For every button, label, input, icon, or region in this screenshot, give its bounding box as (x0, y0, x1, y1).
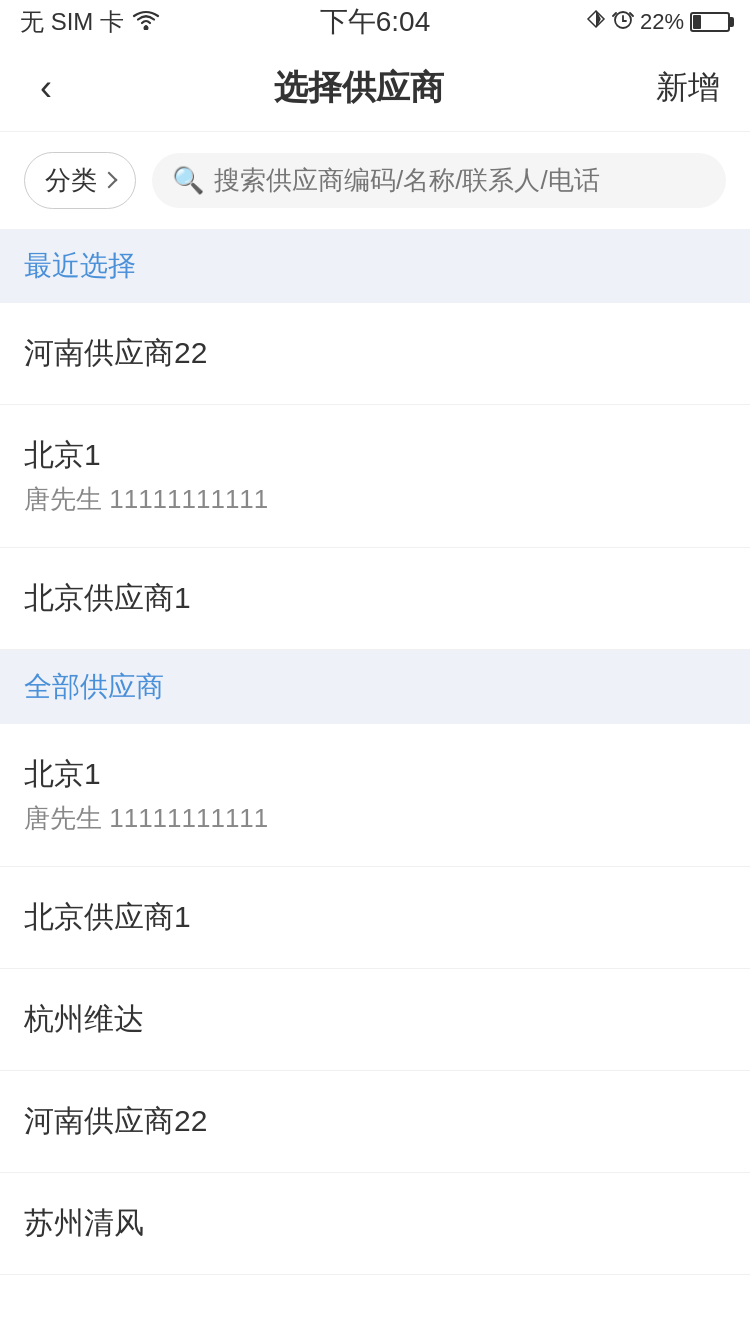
list-item[interactable]: 苏州清风 (0, 1173, 750, 1275)
item-name: 北京1 (24, 435, 726, 476)
recent-list: 河南供应商22 北京1 唐先生 11111111111 北京供应商1 (0, 303, 750, 650)
list-item[interactable]: 河南供应商22 (0, 303, 750, 405)
carrier-label: 无 SIM 卡 (20, 6, 124, 38)
item-name: 河南供应商22 (24, 333, 726, 374)
list-item[interactable]: 北京供应商1 (0, 867, 750, 969)
alarm-icon (612, 8, 634, 36)
search-input[interactable] (214, 165, 706, 196)
location-icon (586, 9, 606, 35)
item-sub: 唐先生 11111111111 (24, 801, 726, 836)
page-title: 选择供应商 (274, 65, 444, 111)
list-item[interactable]: 北京供应商1 (0, 548, 750, 650)
item-name: 北京供应商1 (24, 578, 726, 619)
item-name: 北京供应商1 (24, 897, 726, 938)
list-item[interactable]: 河南供应商22 (0, 1071, 750, 1173)
nav-bar: ‹ 选择供应商 新增 (0, 44, 750, 132)
item-sub: 唐先生 11111111111 (24, 482, 726, 517)
all-list: 北京1 唐先生 11111111111 北京供应商1 杭州维达 河南供应商22 … (0, 724, 750, 1275)
back-button[interactable]: ‹ (30, 57, 62, 119)
item-name: 河南供应商22 (24, 1101, 726, 1142)
search-bar[interactable]: 🔍 (152, 153, 726, 208)
item-name: 苏州清风 (24, 1203, 726, 1244)
svg-point-0 (144, 26, 149, 31)
add-button[interactable]: 新增 (656, 66, 720, 110)
list-item[interactable]: 杭州维达 (0, 969, 750, 1071)
all-section-label: 全部供应商 (24, 671, 164, 702)
battery-icon (690, 12, 730, 32)
status-time: 下午6:04 (320, 3, 431, 41)
search-icon: 🔍 (172, 165, 204, 196)
recent-section-label: 最近选择 (24, 250, 136, 281)
chevron-right-icon (101, 171, 118, 188)
status-left: 无 SIM 卡 (20, 6, 160, 38)
item-name: 北京1 (24, 754, 726, 795)
battery-percent: 22% (640, 9, 684, 35)
wifi-icon (132, 8, 160, 36)
recent-section-header: 最近选择 (0, 229, 750, 303)
category-button[interactable]: 分类 (24, 152, 136, 209)
list-item[interactable]: 北京1 唐先生 11111111111 (0, 405, 750, 548)
list-item[interactable]: 北京1 唐先生 11111111111 (0, 724, 750, 867)
item-name: 杭州维达 (24, 999, 726, 1040)
category-label: 分类 (45, 163, 97, 198)
filter-bar: 分类 🔍 (0, 132, 750, 229)
all-section-header: 全部供应商 (0, 650, 750, 724)
status-right: 22% (586, 8, 730, 36)
status-bar: 无 SIM 卡 下午6:04 22 (0, 0, 750, 44)
